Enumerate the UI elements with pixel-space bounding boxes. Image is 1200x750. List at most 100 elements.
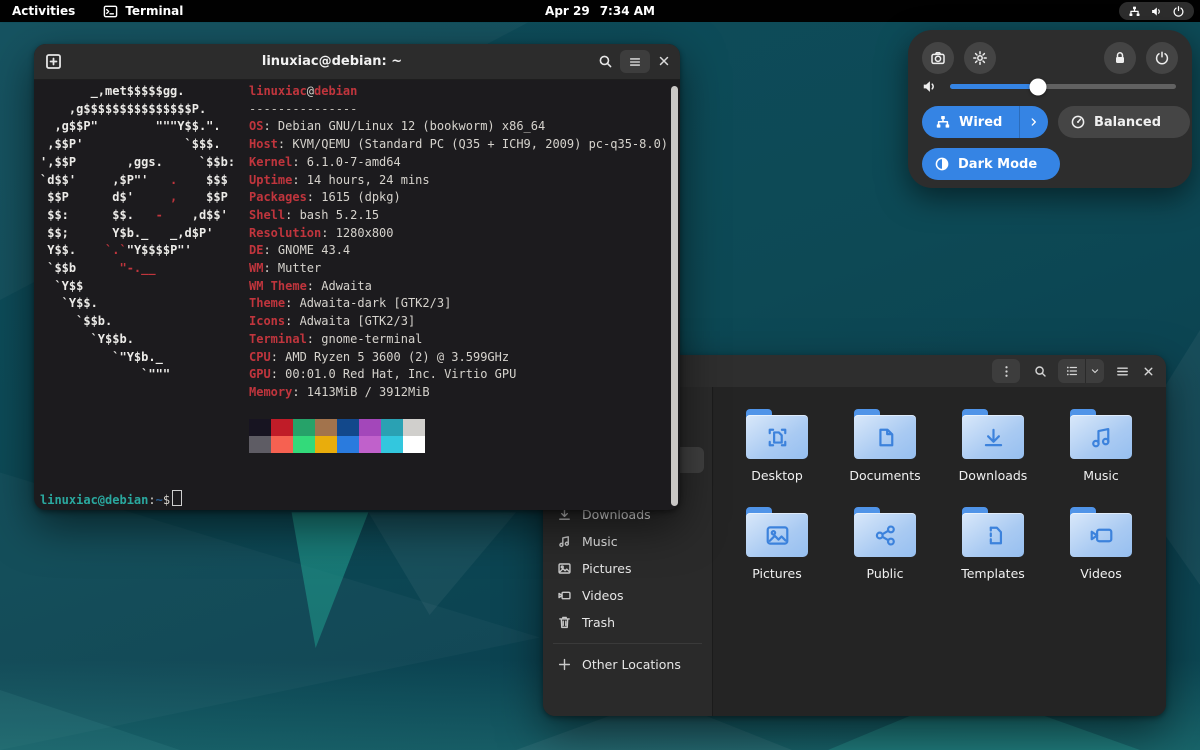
activities-label: Activities bbox=[12, 4, 76, 18]
kebab-icon bbox=[999, 364, 1014, 379]
public-icon bbox=[872, 522, 899, 549]
terminal-scrollbar[interactable] bbox=[671, 86, 678, 506]
power-button[interactable] bbox=[1146, 42, 1178, 74]
palette-swatch bbox=[293, 419, 315, 436]
info-label: CPU bbox=[249, 349, 271, 364]
focused-app-button[interactable]: Terminal bbox=[103, 0, 183, 22]
info-value: : Debian GNU/Linux 12 (bookworm) x86_64 bbox=[263, 119, 546, 134]
info-row: GPU: 00:01.0 Red Hat, Inc. Virtio GPU bbox=[249, 366, 668, 384]
system-tray[interactable] bbox=[1119, 2, 1194, 20]
wired-expand-arrow[interactable] bbox=[1019, 106, 1048, 138]
settings-button[interactable] bbox=[964, 42, 996, 74]
info-row: WM: Mutter bbox=[249, 260, 668, 278]
sidebar-item-music[interactable]: Music bbox=[543, 528, 712, 555]
info-label: Uptime bbox=[249, 172, 293, 187]
view-dropdown-button[interactable] bbox=[1086, 359, 1104, 383]
volume-slider[interactable] bbox=[950, 78, 1176, 95]
lock-icon bbox=[1112, 50, 1128, 66]
power-profile-toggle[interactable]: Balanced bbox=[1058, 106, 1190, 138]
sidebar-item-other-locations[interactable]: Other Locations bbox=[543, 651, 712, 678]
folder-music[interactable]: Music bbox=[1047, 409, 1155, 483]
palette-row-bottom bbox=[249, 436, 425, 453]
info-value: : 1280x800 bbox=[321, 225, 394, 240]
palette-swatch bbox=[315, 436, 337, 453]
palette-swatch bbox=[403, 436, 425, 453]
info-row: CPU: AMD Ryzen 5 3600 (2) @ 3.599GHz bbox=[249, 349, 668, 367]
sidebar-item-label: Pictures bbox=[582, 561, 632, 576]
desktop-icon bbox=[764, 424, 791, 451]
folder-label: Documents bbox=[849, 468, 921, 483]
focused-app-label: Terminal bbox=[125, 4, 184, 18]
folder-documents[interactable]: Documents bbox=[831, 409, 939, 483]
info-value: : 14 hours, 24 mins bbox=[292, 172, 430, 187]
files-search-button[interactable] bbox=[1028, 359, 1052, 383]
info-label: Host bbox=[249, 137, 278, 152]
info-row: Kernel: 6.1.0-7-amd64 bbox=[249, 154, 668, 172]
info-row: Uptime: 14 hours, 24 mins bbox=[249, 172, 668, 190]
lock-button[interactable] bbox=[1104, 42, 1136, 74]
folder-desktop[interactable]: Desktop bbox=[723, 409, 831, 483]
network-icon bbox=[1128, 5, 1141, 18]
sidebar-separator bbox=[553, 643, 702, 644]
palette-swatch bbox=[359, 436, 381, 453]
files-content: Desktop Documents Downloads Music Pictures P… bbox=[713, 387, 1166, 716]
kebab-menu-button[interactable] bbox=[992, 359, 1020, 383]
sidebar-item-videos[interactable]: Videos bbox=[543, 582, 712, 609]
new-tab-icon bbox=[44, 52, 63, 71]
info-label: Resolution bbox=[249, 225, 322, 240]
dark-mode-toggle[interactable]: Dark Mode bbox=[922, 148, 1060, 180]
wired-toggle[interactable]: Wired bbox=[922, 106, 1048, 138]
volume-slider-knob[interactable] bbox=[1029, 78, 1047, 95]
folder-label: Music bbox=[1083, 468, 1119, 483]
info-row: WM Theme: Adwaita bbox=[249, 278, 668, 296]
neofetch-user-host: linuxiac@debian bbox=[249, 84, 358, 98]
folder-icon bbox=[1070, 409, 1132, 459]
music-icon bbox=[1088, 424, 1115, 451]
desktop: Downloads Music Pictures Videos Trash Other L… bbox=[0, 0, 1200, 750]
folder-icon bbox=[962, 409, 1024, 459]
wired-network-icon bbox=[935, 114, 951, 130]
palette-swatch bbox=[381, 419, 403, 436]
terminal-close-button[interactable] bbox=[656, 53, 672, 69]
screenshot-button[interactable] bbox=[922, 42, 954, 74]
info-value: : Mutter bbox=[263, 261, 322, 276]
folder-label: Pictures bbox=[752, 566, 802, 581]
dark-mode-label: Dark Mode bbox=[958, 156, 1038, 172]
folder-row-1: Desktop Documents Downloads Music bbox=[723, 409, 1155, 483]
folder-templates[interactable]: Templates bbox=[939, 507, 1047, 581]
info-value: : 1413MiB / 3912MiB bbox=[292, 384, 430, 399]
info-value: : 1615 (dpkg) bbox=[306, 190, 401, 205]
terminal-cursor bbox=[172, 490, 183, 506]
sidebar-item-trash[interactable]: Trash bbox=[543, 609, 712, 636]
palette-swatch bbox=[249, 419, 271, 436]
sidebar-item-pictures[interactable]: Pictures bbox=[543, 555, 712, 582]
power-profile-icon bbox=[1070, 114, 1086, 130]
activities-button[interactable]: Activities bbox=[12, 0, 75, 22]
folder-public[interactable]: Public bbox=[831, 507, 939, 581]
terminal-menu-button[interactable] bbox=[620, 50, 650, 73]
terminal-app-icon bbox=[103, 4, 118, 19]
folder-pictures[interactable]: Pictures bbox=[723, 507, 831, 581]
folder-downloads[interactable]: Downloads bbox=[939, 409, 1047, 483]
new-tab-button[interactable] bbox=[44, 52, 63, 71]
info-row: Icons: Adwaita [GTK2/3] bbox=[249, 313, 668, 331]
power-icon bbox=[1172, 5, 1185, 18]
info-label: DE bbox=[249, 243, 264, 258]
search-icon bbox=[597, 53, 614, 70]
list-view-button[interactable] bbox=[1058, 359, 1086, 383]
info-value: : bash 5.2.15 bbox=[285, 207, 380, 222]
folder-videos[interactable]: Videos bbox=[1047, 507, 1155, 581]
top-bar-left: Activities Terminal bbox=[12, 0, 183, 22]
files-close-button[interactable] bbox=[1136, 359, 1160, 383]
wired-label: Wired bbox=[959, 114, 1003, 130]
prompt-user-host: linuxiac@debian bbox=[40, 493, 149, 507]
terminal-search-button[interactable] bbox=[597, 53, 614, 70]
clock-button[interactable]: Apr 29 7:34 AM bbox=[545, 0, 655, 22]
folder-icon bbox=[1070, 507, 1132, 557]
folder-label: Videos bbox=[1080, 566, 1122, 581]
terminal-body[interactable]: _,met$$$$$gg. ,g$$$$$$$$$$$$$$$P. ,g$$P"… bbox=[34, 79, 680, 510]
neofetch-info: linuxiac@debian --------------- OS: Debian… bbox=[249, 83, 668, 402]
info-label: Terminal bbox=[249, 331, 307, 346]
files-menu-button[interactable] bbox=[1110, 359, 1134, 383]
folder-label: Templates bbox=[961, 566, 1025, 581]
